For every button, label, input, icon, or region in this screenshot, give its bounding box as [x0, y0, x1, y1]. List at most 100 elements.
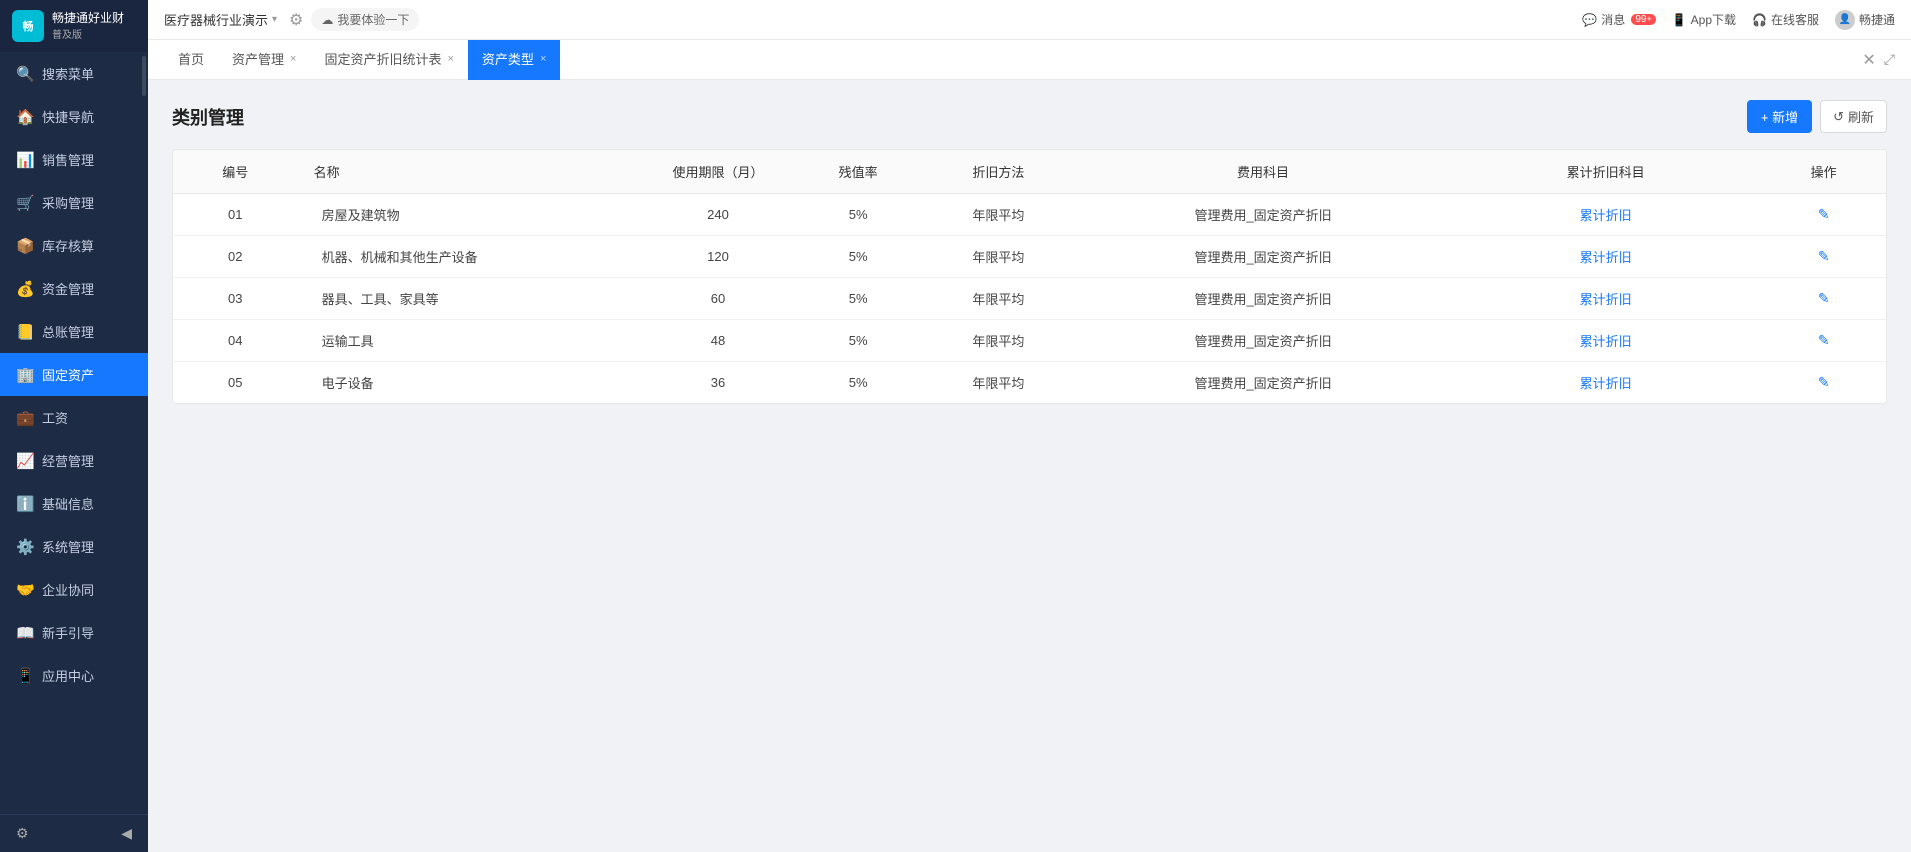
headset-icon: 🎧: [1752, 13, 1767, 27]
sidebar-item-app-center[interactable]: 📱 应用中心: [0, 654, 148, 697]
edit-icon-2[interactable]: ✎: [1818, 290, 1830, 306]
gear-icon[interactable]: ⚙: [289, 10, 303, 30]
cell-no-3: 04: [173, 320, 298, 362]
collapse-icon[interactable]: ◀: [121, 825, 132, 842]
sidebar-item-basic-info[interactable]: ℹ️ 基础信息: [0, 482, 148, 525]
user-icon: 👤: [1835, 10, 1855, 30]
cell-method-4: 年限平均: [920, 362, 1076, 404]
expand-window-icon[interactable]: ⤢: [1884, 51, 1895, 68]
chevron-down-icon: ▾: [272, 14, 277, 25]
cell-residual-3: 5%: [796, 320, 921, 362]
sidebar-item-guide-label: 新手引导: [42, 623, 94, 642]
cell-expense-2: 管理费用_固定资产折旧: [1076, 278, 1450, 320]
sidebar-item-quick-nav-label: 快捷导航: [42, 107, 94, 126]
cell-expense-0: 管理费用_固定资产折旧: [1076, 194, 1450, 236]
cell-period-2: 60: [640, 278, 796, 320]
sidebar-item-system-label: 系统管理: [42, 537, 94, 556]
topbar-left: 医疗器械行业演示 ▾ ⚙ ☁ 我要体验一下: [164, 8, 419, 31]
sidebar: 畅 畅捷通好业财 普及版 🔍 搜索菜单 🏠 快捷导航 📊 销售管理 🛒 采购管理…: [0, 0, 148, 852]
tab-asset-mgmt[interactable]: 资产管理 ×: [218, 40, 310, 80]
cell-accum-3: 累计折旧: [1450, 320, 1761, 362]
app-download-button[interactable]: 📱 App下载: [1672, 11, 1736, 28]
table-header-row: 编号 名称 使用期限（月） 残值率 折旧方法 费用科目 累计折旧科目 操作: [173, 150, 1886, 194]
search-icon: 🔍: [16, 65, 34, 83]
capital-icon: 💰: [16, 280, 34, 298]
topbar-right: 💬 消息 99+ 📱 App下载 🎧 在线客服 👤 畅捷通: [1582, 10, 1895, 30]
logo-title: 畅捷通好业财: [52, 11, 124, 27]
cell-residual-1: 5%: [796, 236, 921, 278]
sidebar-item-operations[interactable]: 📈 经营管理: [0, 439, 148, 482]
edit-icon-1[interactable]: ✎: [1818, 248, 1830, 264]
sidebar-nav: 🔍 搜索菜单 🏠 快捷导航 📊 销售管理 🛒 采购管理 📦 库存核算 💰 资金管…: [0, 52, 148, 814]
settings-icon[interactable]: ⚙: [16, 825, 29, 842]
cell-accum-4: 累计折旧: [1450, 362, 1761, 404]
sidebar-item-fixed-assets[interactable]: 🏢 固定资产: [0, 353, 148, 396]
experience-label: 我要体验一下: [337, 11, 409, 28]
close-window-icon[interactable]: ✕: [1862, 50, 1875, 70]
sidebar-item-purchase[interactable]: 🛒 采购管理: [0, 181, 148, 224]
sidebar-item-sales[interactable]: 📊 销售管理: [0, 138, 148, 181]
col-header-period: 使用期限（月）: [640, 150, 796, 194]
app-icon: 📱: [1672, 13, 1687, 27]
col-header-method: 折旧方法: [920, 150, 1076, 194]
main-area: 医疗器械行业演示 ▾ ⚙ ☁ 我要体验一下 💬 消息 99+ 📱 App下载 🎧…: [148, 0, 1911, 852]
edit-icon-4[interactable]: ✎: [1818, 374, 1830, 390]
app-center-icon: 📱: [16, 667, 34, 685]
tab-asset-mgmt-close[interactable]: ×: [290, 53, 296, 65]
sidebar-item-salary[interactable]: 💼 工资: [0, 396, 148, 439]
sidebar-item-search[interactable]: 🔍 搜索菜单: [0, 52, 148, 95]
sidebar-item-quick-nav[interactable]: 🏠 快捷导航: [0, 95, 148, 138]
service-label: 在线客服: [1771, 11, 1819, 28]
page-title: 类别管理: [172, 104, 244, 130]
tab-depreciation-table[interactable]: 固定资产折旧统计表 ×: [310, 40, 467, 80]
cell-accum-1: 累计折旧: [1450, 236, 1761, 278]
app-logo: 畅 畅捷通好业财 普及版: [0, 0, 148, 52]
app-label: App下载: [1691, 11, 1736, 28]
sidebar-item-sales-label: 销售管理: [42, 150, 94, 169]
refresh-button[interactable]: ↺ 刷新: [1820, 100, 1887, 133]
tab-depreciation-close[interactable]: ×: [447, 53, 453, 65]
sidebar-item-ledger-label: 总账管理: [42, 322, 94, 341]
table-row: 02 机器、机械和其他生产设备 120 5% 年限平均 管理费用_固定资产折旧 …: [173, 236, 1886, 278]
sidebar-item-capital[interactable]: 💰 资金管理: [0, 267, 148, 310]
tab-asset-type[interactable]: 资产类型 ×: [468, 40, 560, 80]
experience-button[interactable]: ☁ 我要体验一下: [311, 8, 419, 31]
edit-icon-0[interactable]: ✎: [1818, 206, 1830, 222]
tab-asset-type-close[interactable]: ×: [540, 53, 546, 65]
col-header-op: 操作: [1761, 150, 1886, 194]
demo-label: 医疗器械行业演示: [164, 10, 268, 29]
demo-selector[interactable]: 医疗器械行业演示 ▾: [164, 10, 277, 29]
cell-residual-4: 5%: [796, 362, 921, 404]
user-button[interactable]: 👤 畅捷通: [1835, 10, 1895, 30]
salary-icon: 💼: [16, 409, 34, 427]
cell-expense-3: 管理费用_固定资产折旧: [1076, 320, 1450, 362]
message-button[interactable]: 💬 消息 99+: [1582, 11, 1655, 28]
message-label: 消息: [1601, 11, 1625, 28]
sidebar-item-system[interactable]: ⚙️ 系统管理: [0, 525, 148, 568]
cell-no-2: 03: [173, 278, 298, 320]
online-service-button[interactable]: 🎧 在线客服: [1752, 11, 1819, 28]
cell-accum-0: 累计折旧: [1450, 194, 1761, 236]
sidebar-item-coop[interactable]: 🤝 企业协同: [0, 568, 148, 611]
sidebar-item-capital-label: 资金管理: [42, 279, 94, 298]
cell-period-1: 120: [640, 236, 796, 278]
cell-period-3: 48: [640, 320, 796, 362]
system-icon: ⚙️: [16, 538, 34, 556]
sidebar-item-inventory[interactable]: 📦 库存核算: [0, 224, 148, 267]
cell-method-0: 年限平均: [920, 194, 1076, 236]
sidebar-item-guide[interactable]: 📖 新手引导: [0, 611, 148, 654]
cell-op-3: ✎: [1761, 320, 1886, 362]
cell-name-2: 器具、工具、家具等: [298, 278, 641, 320]
new-button[interactable]: + 新增: [1747, 100, 1812, 133]
purchase-icon: 🛒: [16, 194, 34, 212]
tab-home[interactable]: 首页: [164, 40, 218, 80]
operations-icon: 📈: [16, 452, 34, 470]
logo-icon: 畅: [12, 10, 44, 42]
sidebar-item-ledger[interactable]: 📒 总账管理: [0, 310, 148, 353]
edit-icon-3[interactable]: ✎: [1818, 332, 1830, 348]
sidebar-item-coop-label: 企业协同: [42, 580, 94, 599]
cloud-icon: ☁: [321, 13, 333, 27]
col-header-no: 编号: [173, 150, 298, 194]
cell-op-2: ✎: [1761, 278, 1886, 320]
cell-op-4: ✎: [1761, 362, 1886, 404]
